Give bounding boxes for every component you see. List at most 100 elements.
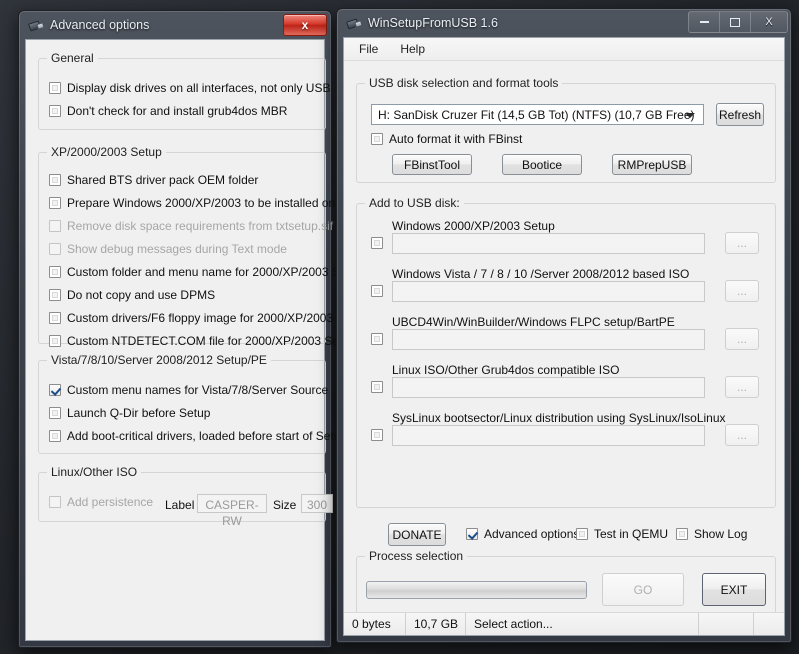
path-input-syslinux[interactable] — [392, 425, 705, 446]
advanced-options-client: General Display disk drives on all inter… — [25, 39, 368, 641]
checkbox-box — [371, 237, 383, 249]
checkbox-boot-critical-drivers[interactable]: Add boot-critical drivers, loaded before… — [49, 429, 347, 443]
group-process-selection-label: Process selection — [365, 549, 468, 563]
checkbox-row-ubcd4win[interactable] — [371, 333, 389, 345]
rmprepusb-button[interactable]: RMPrepUSB — [612, 154, 692, 175]
maximize-icon[interactable] — [720, 11, 751, 33]
browse-button-syslinux[interactable]: ... — [725, 424, 759, 446]
menu-help[interactable]: Help — [391, 40, 434, 58]
main-title: WinSetupFromUSB 1.6 — [368, 16, 498, 30]
status-spare-1 — [699, 613, 754, 635]
checkbox-launch-qdir[interactable]: Launch Q-Dir before Setup — [49, 406, 210, 420]
checkbox-row-linux-iso[interactable] — [371, 381, 389, 393]
checkbox-shared-bts-driver-pack[interactable]: Shared BTS driver pack OEM folder — [49, 173, 258, 187]
persistence-label-caption: Label — [165, 498, 195, 512]
path-input-windows-xp[interactable] — [392, 233, 705, 254]
path-input-windows-vista[interactable] — [392, 281, 705, 302]
checkbox-label: Custom drivers/F6 floppy image for 2000/… — [67, 311, 368, 325]
checkbox-box — [49, 430, 61, 442]
checkbox-custom-menu-names-vista[interactable]: Custom menu names for Vista/7/8/Server S… — [49, 383, 328, 397]
checkbox-label: Custom folder and menu name for 2000/XP/… — [67, 265, 364, 279]
usb-drive-select[interactable]: H: SanDisk Cruzer Fit (14,5 GB Tot) (NTF… — [371, 104, 704, 125]
persistence-label-value: CASPER-RW — [205, 498, 259, 528]
checkbox-custom-ntdetect[interactable]: Custom NTDETECT.COM file for 2000/XP/200… — [49, 334, 356, 348]
checkbox-box — [49, 105, 61, 117]
checkbox-no-dpms[interactable]: Do not copy and use DPMS — [49, 288, 215, 302]
checkbox-prepare-windows-usb[interactable]: Prepare Windows 2000/XP/2003 to be insta… — [49, 196, 363, 210]
advanced-options-window: Advanced options x General Display disk … — [18, 10, 368, 648]
persistence-label-input[interactable]: CASPER-RW — [197, 494, 267, 528]
status-free-space: 10,7 GB — [406, 613, 466, 635]
checkbox-label: Custom NTDETECT.COM file for 2000/XP/200… — [67, 334, 356, 348]
group-linux-iso-label: Linux/Other ISO — [47, 465, 142, 479]
checkbox-box — [49, 82, 61, 94]
checkbox-box — [576, 528, 588, 540]
checkbox-skip-grub4dos-mbr[interactable]: Don't check for and install grub4dos MBR — [49, 104, 287, 118]
group-add-to-usb-disk: Add to USB disk: Windows 2000/XP/2003 Se… — [356, 196, 776, 508]
exit-button[interactable]: EXIT — [702, 573, 766, 606]
window-controls: X — [688, 11, 788, 33]
browse-button-linux-iso[interactable]: ... — [725, 376, 759, 398]
row-label-ubcd4win: UBCD4Win/WinBuilder/Windows FLPC setup/B… — [392, 315, 675, 329]
checkbox-box — [466, 528, 478, 540]
checkbox-advanced-options[interactable]: Advanced options — [466, 527, 579, 541]
checkbox-label: Auto format it with FBinst — [389, 132, 523, 146]
menu-file[interactable]: File — [350, 40, 387, 58]
minimize-icon[interactable] — [688, 11, 720, 33]
advanced-options-titlebar[interactable]: Advanced options x — [19, 11, 331, 39]
close-icon[interactable]: X — [751, 11, 788, 33]
checkbox-box — [49, 312, 61, 324]
checkbox-row-syslinux[interactable] — [371, 429, 389, 441]
refresh-button[interactable]: Refresh — [716, 103, 764, 126]
persistence-size-input[interactable]: 300 — [301, 494, 333, 513]
main-client: File Help USB disk selection and format … — [343, 37, 785, 636]
browse-button-ubcd4win[interactable]: ... — [725, 328, 759, 350]
checkbox-box — [371, 333, 383, 345]
checkbox-remove-disk-space-req: Remove disk space requirements from txts… — [49, 219, 333, 233]
checkbox-box — [676, 528, 688, 540]
row-label-windows-xp: Windows 2000/XP/2003 Setup — [392, 219, 555, 233]
browse-button-windows-vista[interactable]: ... — [725, 280, 759, 302]
checkbox-label: Show Log — [694, 527, 748, 541]
checkbox-label: Prepare Windows 2000/XP/2003 to be insta… — [67, 196, 364, 210]
fbinsttool-button[interactable]: FBinstTool — [392, 154, 472, 175]
bootice-button[interactable]: Bootice — [502, 154, 582, 175]
go-button[interactable]: GO — [602, 573, 684, 606]
close-icon[interactable]: x — [283, 14, 327, 36]
group-vista-setup: Vista/7/8/10/Server 2008/2012 Setup/PE C… — [38, 353, 347, 454]
checkbox-show-log[interactable]: Show Log — [676, 527, 747, 541]
checkbox-label: Add boot-critical drivers, loaded before… — [67, 429, 348, 443]
group-xp-setup: XP/2000/2003 Setup Shared BTS driver pac… — [38, 145, 368, 348]
path-input-ubcd4win[interactable] — [392, 329, 705, 350]
checkbox-box — [49, 220, 61, 232]
group-linux-iso: Linux/Other ISO Add persistence Label CA… — [38, 465, 356, 528]
checkbox-label: Advanced options — [484, 527, 580, 541]
checkbox-box — [49, 266, 61, 278]
status-action: Select action... — [466, 613, 699, 635]
checkbox-box — [49, 384, 61, 396]
group-vista-setup-label: Vista/7/8/10/Server 2008/2012 Setup/PE — [47, 353, 271, 367]
checkbox-label: Display disk drives on all interfaces, n… — [67, 81, 331, 95]
checkbox-row-windows-xp[interactable] — [371, 237, 389, 249]
checkbox-box — [49, 243, 61, 255]
status-spare-2 — [754, 613, 784, 635]
path-input-linux-iso[interactable] — [392, 377, 705, 398]
checkbox-row-windows-vista[interactable] — [371, 285, 389, 297]
checkbox-test-in-qemu[interactable]: Test in QEMU — [576, 527, 668, 541]
donate-button[interactable]: DONATE — [388, 523, 446, 546]
browse-button-windows-xp[interactable]: ... — [725, 232, 759, 254]
group-general: General Display disk drives on all inter… — [38, 51, 330, 130]
persistence-size-value: 300 — [306, 498, 328, 512]
checkbox-label: Do not copy and use DPMS — [67, 288, 216, 302]
checkbox-box — [371, 285, 383, 297]
checkbox-custom-drivers-f6[interactable]: Custom drivers/F6 floppy image for 2000/… — [49, 311, 368, 325]
checkbox-label: Show debug messages during Text mode — [67, 242, 287, 256]
checkbox-custom-folder-menu-name[interactable]: Custom folder and menu name for 2000/XP/… — [49, 265, 363, 279]
usb-drive-icon — [27, 17, 45, 33]
checkbox-auto-format-fbinst[interactable]: Auto format it with FBinst — [371, 132, 522, 146]
menubar: File Help — [344, 38, 784, 61]
checkbox-box — [49, 289, 61, 301]
chevron-down-icon — [685, 112, 695, 118]
checkbox-display-all-interfaces[interactable]: Display disk drives on all interfaces, n… — [49, 81, 330, 95]
main-titlebar[interactable]: WinSetupFromUSB 1.6 X — [337, 9, 791, 37]
